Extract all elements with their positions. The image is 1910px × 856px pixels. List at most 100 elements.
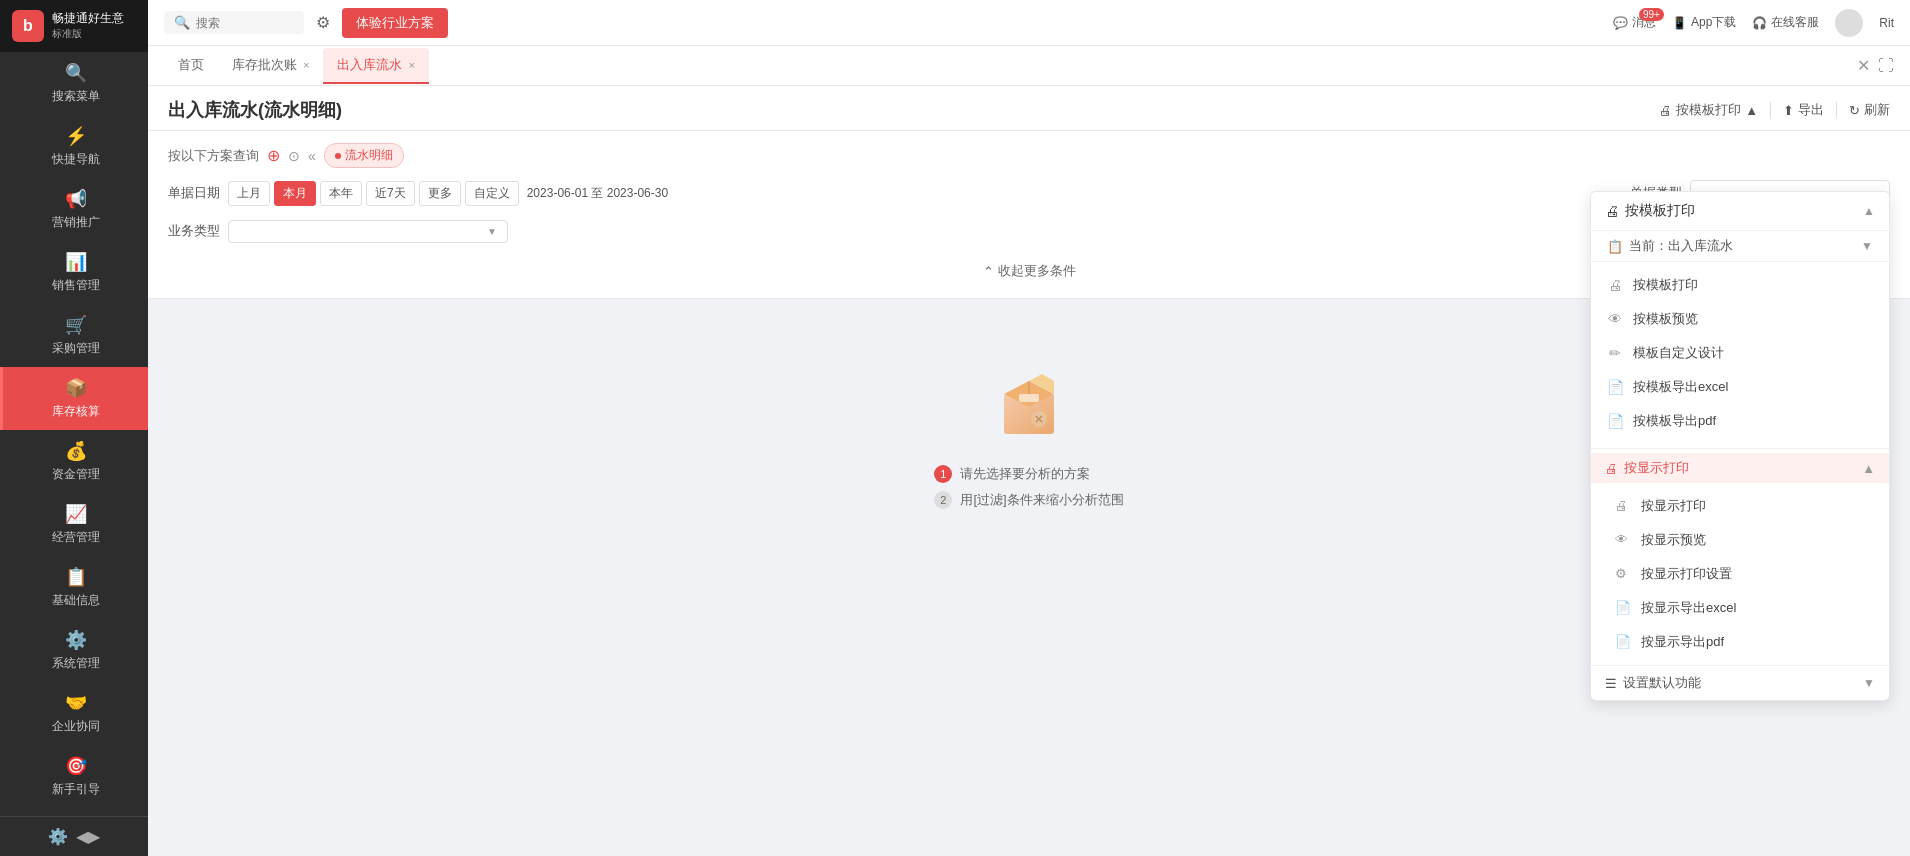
display-preview-item[interactable]: 👁 按显示预览 xyxy=(1591,523,1889,557)
display-print-label: 按显示打印 xyxy=(1641,497,1706,515)
dropdown-header: 🖨 按模板打印 ▲ xyxy=(1591,192,1889,231)
sidebar-item-appstore[interactable]: 🏪 应用中心 xyxy=(0,808,148,816)
user-avatar[interactable] xyxy=(1835,9,1863,37)
sidebar-item-operation[interactable]: 📈 经营管理 xyxy=(0,493,148,556)
app-download-button[interactable]: 📱 App下载 xyxy=(1672,14,1736,31)
basic-icon: 📋 xyxy=(65,566,87,588)
step2-text: 用[过滤]条件来缩小分析范围 xyxy=(960,491,1123,509)
display-section-header: 🖨 按显示打印 ▲ xyxy=(1591,453,1889,483)
industry-solution-button[interactable]: 体验行业方案 xyxy=(342,8,448,38)
tab-home[interactable]: 首页 xyxy=(164,48,218,84)
display-print-item[interactable]: 🖨 按显示打印 xyxy=(1591,489,1889,523)
system-icon: ⚙️ xyxy=(65,629,87,651)
app-name-block: 畅捷通好生意 标准版 xyxy=(52,11,124,41)
prev-month-button[interactable]: 上月 xyxy=(228,181,270,206)
sidebar-item-operation-label: 经营管理 xyxy=(52,529,100,546)
refresh-button[interactable]: ↻ 刷新 xyxy=(1849,101,1890,119)
custom-date-button[interactable]: 自定义 xyxy=(465,181,519,206)
sidebar-scroll: 🔍 搜索菜单 ⚡ 快捷导航 📢 营销推广 📊 销售管理 🛒 采购管理 📦 库存核… xyxy=(0,52,148,816)
footer-settings[interactable]: ☰ 设置默认功能 xyxy=(1605,674,1701,692)
sidebar-item-system[interactable]: ⚙️ 系统管理 xyxy=(0,619,148,682)
display-settings-label: 按显示打印设置 xyxy=(1641,565,1732,583)
template-preview-item[interactable]: 👁 按模板预览 xyxy=(1591,302,1889,336)
page-title: 出入库流水(流水明细) xyxy=(168,98,342,122)
template-pdf-item[interactable]: 📄 按模板导出pdf xyxy=(1591,404,1889,438)
filter-settings-button[interactable]: ⊙ xyxy=(288,148,300,164)
display-pdf-label: 按显示导出pdf xyxy=(1641,633,1724,651)
sidebar-item-cooperation[interactable]: 🤝 企业协同 xyxy=(0,682,148,745)
online-service-button[interactable]: 🎧 在线客服 xyxy=(1752,14,1819,31)
dropdown-collapse-button[interactable]: ▲ xyxy=(1863,204,1875,218)
gear-icon[interactable]: ⚙ xyxy=(316,13,330,32)
template-section: 🖨 按模板打印 👁 按模板预览 ✏ 模板自定义设计 📄 按模板导出excel 📄 xyxy=(1591,262,1889,444)
export-icon: ⬆ xyxy=(1783,103,1794,118)
filter-tag[interactable]: 流水明细 xyxy=(324,143,404,168)
search-icon: 🔍 xyxy=(174,15,190,30)
display-section-collapse[interactable]: ▲ xyxy=(1862,461,1875,476)
app-download-label: App下载 xyxy=(1691,14,1736,31)
current-template-arrow[interactable]: ▼ xyxy=(1861,239,1873,253)
tabbar-actions: ✕ ⛶ xyxy=(1857,56,1894,75)
step1-number: 1 xyxy=(934,465,952,483)
display-print-icon: 🖨 xyxy=(1615,498,1631,514)
sidebar-settings-button[interactable]: ⚙️ xyxy=(48,827,68,846)
template-print-item[interactable]: 🖨 按模板打印 xyxy=(1591,268,1889,302)
sidebar-item-purchase[interactable]: 🛒 采购管理 xyxy=(0,304,148,367)
sidebar-item-inventory[interactable]: 📦 库存核算 xyxy=(0,367,148,430)
tab-batch-close-icon[interactable]: × xyxy=(303,59,309,71)
current-month-button[interactable]: 本月 xyxy=(274,181,316,206)
message-button[interactable]: 💬 消息 99+ xyxy=(1613,14,1656,31)
display-pdf-item[interactable]: 📄 按显示导出pdf xyxy=(1591,625,1889,659)
display-section-title: 🖨 按显示打印 xyxy=(1605,459,1689,477)
tab-close-button[interactable]: ✕ xyxy=(1857,56,1870,75)
topbar-search-box[interactable]: 🔍 xyxy=(164,11,304,34)
dropdown-footer: ☰ 设置默认功能 ▼ xyxy=(1591,665,1889,700)
template-custom-item[interactable]: ✏ 模板自定义设计 xyxy=(1591,336,1889,370)
sidebar-item-finance[interactable]: 💰 资金管理 xyxy=(0,430,148,493)
current-template-label: 当前：出入库流水 xyxy=(1629,237,1733,255)
tab-home-label: 首页 xyxy=(178,56,204,74)
phone-icon: 📱 xyxy=(1672,16,1687,30)
sidebar-item-search[interactable]: 🔍 搜索菜单 xyxy=(0,52,148,115)
username-label: Rit xyxy=(1879,16,1894,30)
display-excel-icon: 📄 xyxy=(1615,600,1631,616)
current-year-button[interactable]: 本年 xyxy=(320,181,362,206)
more-date-button[interactable]: 更多 xyxy=(419,181,461,206)
display-excel-item[interactable]: 📄 按显示导出excel xyxy=(1591,591,1889,625)
filter-header-text: 按以下方案查询 xyxy=(168,147,259,165)
tab-flow-close-icon[interactable]: × xyxy=(408,59,414,71)
footer-arrow: ▼ xyxy=(1863,676,1875,690)
sidebar-item-shortcut[interactable]: ⚡ 快捷导航 xyxy=(0,115,148,178)
display-section-title-label: 按显示打印 xyxy=(1624,459,1689,477)
print-template-button[interactable]: 🖨 按模板打印 ▲ xyxy=(1659,101,1758,119)
search-input[interactable] xyxy=(196,16,296,30)
sidebar-item-sales[interactable]: 📊 销售管理 xyxy=(0,241,148,304)
main-content: 🔍 ⚙ 体验行业方案 💬 消息 99+ 📱 App下载 🎧 在线客服 Rit xyxy=(148,0,1910,856)
print-dropdown-panel: 🖨 按模板打印 ▲ 📋 当前：出入库流水 ▼ 🖨 按模板打印 xyxy=(1590,191,1890,701)
operation-icon: 📈 xyxy=(65,503,87,525)
display-section: 🖨 按显示打印 👁 按显示预览 ⚙ 按显示打印设置 📄 按显示导出excel 📄 xyxy=(1591,483,1889,665)
app-logo-icon: b xyxy=(12,10,44,42)
export-button[interactable]: ⬆ 导出 xyxy=(1783,101,1824,119)
last7-button[interactable]: 近7天 xyxy=(366,181,415,206)
sidebar-collapse-button[interactable]: ◀▶ xyxy=(76,827,100,846)
biztype-select[interactable]: ▼ xyxy=(228,220,508,243)
current-template-row: 📋 当前：出入库流水 ▼ xyxy=(1591,231,1889,262)
guide-icon: 🎯 xyxy=(65,755,87,777)
filter-collapse-button[interactable]: « xyxy=(308,148,316,164)
chevron-up-icon: ▲ xyxy=(1745,103,1758,118)
sidebar-item-guide[interactable]: 🎯 新手引导 xyxy=(0,745,148,808)
collapse-label: 收起更多条件 xyxy=(998,262,1076,280)
sidebar-item-search-label: 搜索菜单 xyxy=(52,88,100,105)
tab-batch[interactable]: 库存批次账 × xyxy=(218,48,323,84)
sidebar-item-basic[interactable]: 📋 基础信息 xyxy=(0,556,148,619)
filter-add-button[interactable]: ⊕ xyxy=(267,146,280,165)
template-excel-item[interactable]: 📄 按模板导出excel xyxy=(1591,370,1889,404)
empty-steps: 1 请先选择要分析的方案 2 用[过滤]条件来缩小分析范围 xyxy=(934,465,1123,509)
sidebar-item-marketing[interactable]: 📢 营销推广 xyxy=(0,178,148,241)
display-settings-item[interactable]: ⚙ 按显示打印设置 xyxy=(1591,557,1889,591)
message-icon: 💬 xyxy=(1613,16,1628,30)
tab-expand-button[interactable]: ⛶ xyxy=(1878,56,1894,75)
edit-icon: ✏ xyxy=(1607,345,1623,361)
tab-flow[interactable]: 出入库流水 × xyxy=(323,48,428,84)
